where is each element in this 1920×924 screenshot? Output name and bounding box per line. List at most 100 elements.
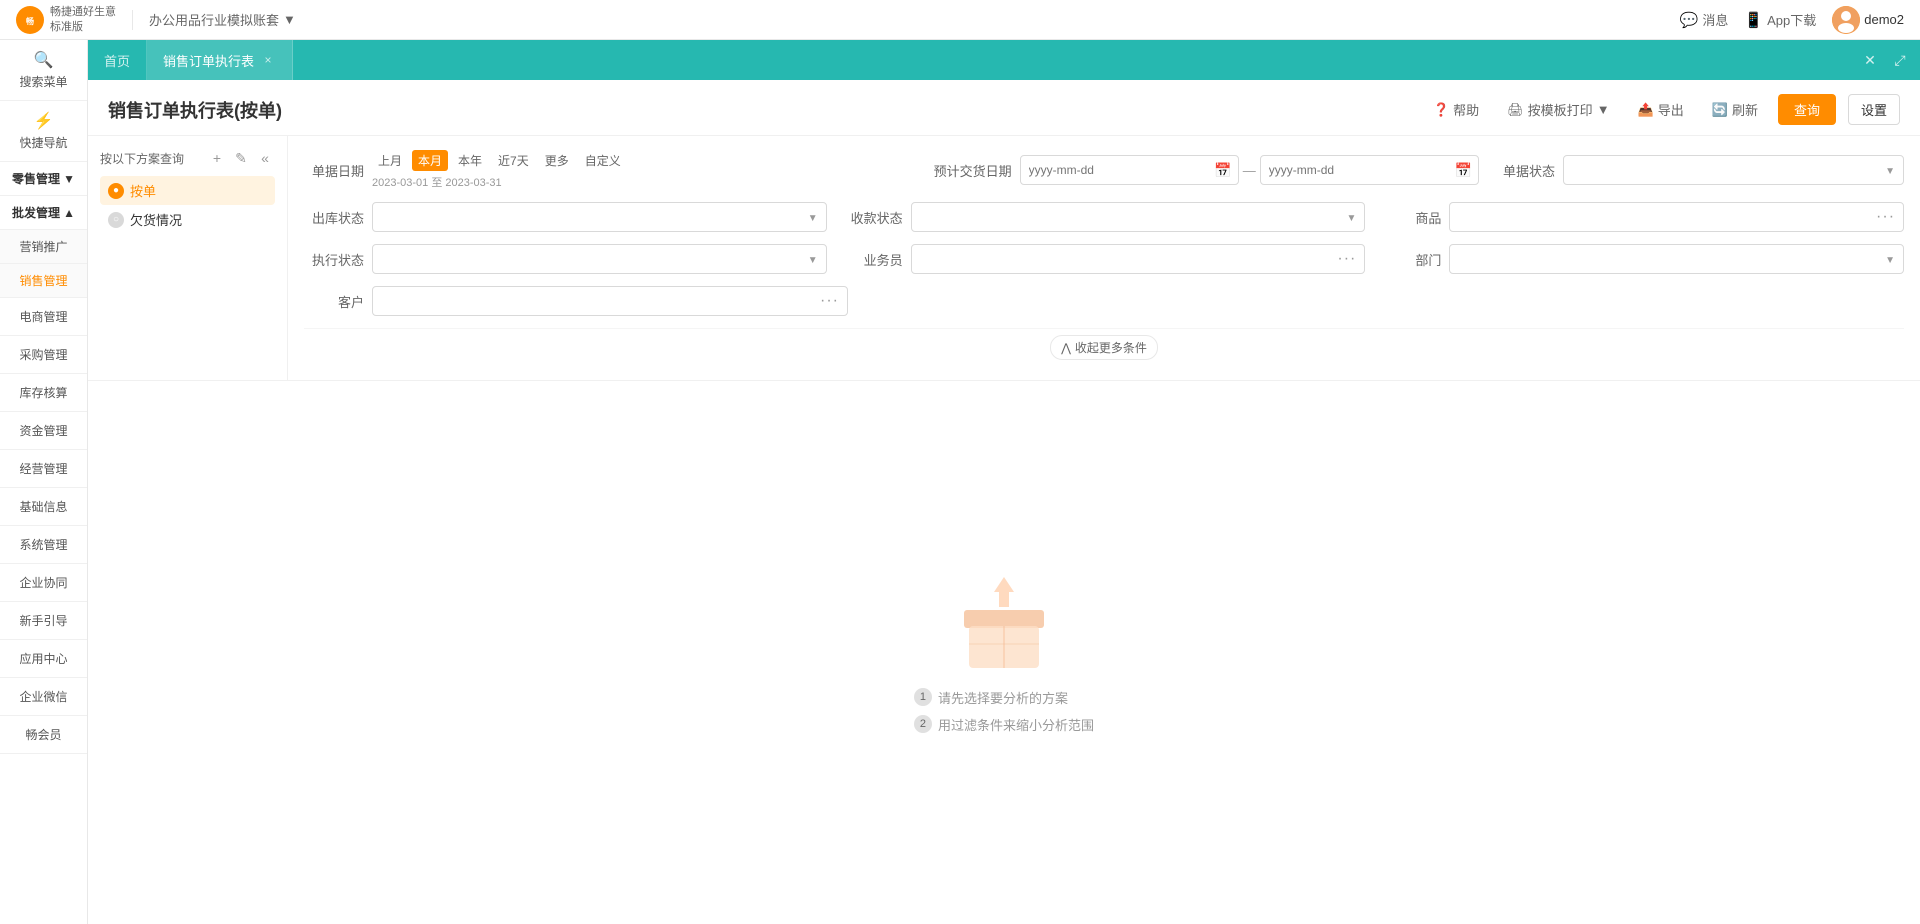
filter-option-by-order[interactable]: ● 按单	[100, 176, 275, 205]
collapse-scheme-button[interactable]: «	[255, 148, 275, 168]
page-content: 销售订单执行表(按单) ❓ 帮助 🖨 按模板打印 ▼ 📤 导出	[88, 80, 1920, 924]
header-right: 💬 消息 📱 App下载 demo2	[1680, 6, 1904, 34]
query-button[interactable]: 查询	[1778, 94, 1836, 125]
logo-area: 畅 畅捷通好生意 标准版	[16, 5, 116, 34]
chevron-down-icon: ▼	[63, 172, 75, 186]
filter-option-backorder[interactable]: ○ 欠货情况	[100, 205, 275, 234]
empty-illustration	[944, 572, 1064, 672]
date-7days[interactable]: 近7天	[492, 150, 535, 171]
sidebar-item-system[interactable]: 系统管理	[0, 526, 87, 564]
empty-state: 1 请先选择要分析的方案 2 用过滤条件来缩小分析范围	[88, 381, 1920, 924]
order-status-select[interactable]	[1563, 155, 1904, 185]
tab-home[interactable]: 首页	[88, 40, 147, 80]
expected-date-to-input[interactable]	[1269, 163, 1450, 177]
print-button[interactable]: 🖨 按模板打印 ▼	[1499, 96, 1617, 123]
tab-close-button[interactable]: ×	[260, 52, 276, 68]
customer-input[interactable]: ···	[372, 286, 848, 316]
empty-tip-1: 1 请先选择要分析的方案	[914, 688, 1094, 707]
calendar-icon-from: 📅	[1214, 162, 1231, 179]
date-prev-month[interactable]: 上月	[372, 150, 408, 171]
department-dropdown-icon	[1885, 252, 1895, 266]
sidebar-item-operations[interactable]: 经营管理	[0, 450, 87, 488]
collapse-row: ⋀ 收起更多条件	[304, 328, 1904, 366]
expected-date-field: 预计交货日期 📅 — 📅	[934, 155, 1479, 185]
sidebar-item-wholesale[interactable]: 批发管理 ▲	[0, 196, 87, 230]
avatar	[1832, 6, 1860, 34]
tab-bar: 首页 销售订单执行表 × ✕ ⤢	[88, 40, 1920, 80]
refresh-icon: 🔄	[1712, 102, 1728, 118]
sidebar-item-newbie[interactable]: 新手引导	[0, 602, 87, 640]
help-button[interactable]: ❓ 帮助	[1425, 96, 1487, 123]
salesperson-dots: ···	[1337, 250, 1356, 268]
export-button[interactable]: 📤 导出	[1630, 96, 1692, 123]
date-custom[interactable]: 自定义	[579, 150, 627, 171]
logo-text: 畅捷通好生意 标准版	[50, 5, 116, 34]
download-icon: 📱	[1744, 11, 1763, 29]
collapse-button[interactable]: ⋀ 收起更多条件	[1050, 335, 1158, 360]
filter-panel: 按以下方案查询 + ✎ «	[88, 136, 1920, 381]
page-header: 销售订单执行表(按单) ❓ 帮助 🖨 按模板打印 ▼ 📤 导出	[88, 80, 1920, 136]
export-icon: 📤	[1638, 102, 1654, 118]
date-more[interactable]: 更多	[539, 150, 575, 171]
sidebar-item-marketing[interactable]: 营销推广	[0, 230, 87, 264]
print-icon: 🖨	[1507, 102, 1524, 118]
page-header-actions: ❓ 帮助 🖨 按模板打印 ▼ 📤 导出 🔄 刷新	[1425, 94, 1900, 125]
sidebar-item-sales[interactable]: 销售管理	[0, 264, 87, 298]
execution-status-select[interactable]	[372, 244, 827, 274]
product-input[interactable]: ···	[1449, 202, 1904, 232]
department-select[interactable]	[1449, 244, 1904, 274]
delivery-status-field: 出库状态	[304, 202, 827, 232]
sidebar-item-apps[interactable]: 应用中心	[0, 640, 87, 678]
sidebar-item-search[interactable]: 🔍 搜索菜单	[0, 40, 87, 101]
option-icon-backorder: ○	[108, 212, 124, 228]
message-button[interactable]: 💬 消息	[1680, 10, 1729, 29]
execution-status-field: 执行状态	[304, 244, 827, 274]
logo-icon: 畅	[16, 6, 44, 34]
top-header: 畅 畅捷通好生意 标准版 办公用品行业模拟账套 ▼ 💬 消息 📱 App下载	[0, 0, 1920, 40]
expected-date-from-input[interactable]	[1029, 163, 1210, 177]
header-left: 畅 畅捷通好生意 标准版 办公用品行业模拟账套 ▼	[16, 5, 296, 34]
filter-left: 按以下方案查询 + ✎ «	[88, 136, 288, 380]
edit-scheme-button[interactable]: ✎	[231, 148, 251, 168]
search-icon: 🔍	[34, 50, 54, 70]
receipt-status-select[interactable]	[911, 202, 1366, 232]
close-window-button[interactable]: ✕	[1858, 48, 1882, 72]
user-area[interactable]: demo2	[1832, 6, 1904, 34]
date-this-month[interactable]: 本月	[412, 150, 448, 171]
app-download-button[interactable]: 📱 App下载	[1744, 10, 1816, 29]
sidebar-item-wechat[interactable]: 企业微信	[0, 678, 87, 716]
sidebar-item-ecommerce[interactable]: 电商管理	[0, 298, 87, 336]
delivery-status-select[interactable]	[372, 202, 827, 232]
customer-dots: ···	[820, 292, 839, 310]
company-select[interactable]: 办公用品行业模拟账套 ▼	[149, 10, 296, 29]
maximize-button[interactable]: ⤢	[1888, 48, 1912, 72]
receipt-status-field: 收款状态	[843, 202, 1366, 232]
print-dropdown-icon: ▼	[1597, 102, 1610, 117]
sidebar-item-purchase[interactable]: 采购管理	[0, 336, 87, 374]
expected-date-from[interactable]: 📅	[1020, 155, 1239, 185]
salesperson-input[interactable]: ···	[911, 244, 1366, 274]
tab-active[interactable]: 销售订单执行表 ×	[147, 40, 293, 80]
filter-left-icons: + ✎ «	[207, 148, 275, 168]
date-this-year[interactable]: 本年	[452, 150, 488, 171]
sidebar-item-nav[interactable]: ⚡ 快捷导航	[0, 101, 87, 162]
add-scheme-button[interactable]: +	[207, 148, 227, 168]
option-icon-order: ●	[108, 183, 124, 199]
settings-button[interactable]: 设置	[1848, 94, 1900, 125]
refresh-button[interactable]: 🔄 刷新	[1704, 96, 1766, 123]
filter-row-4: 客户 ···	[304, 286, 1904, 316]
sidebar-item-basic[interactable]: 基础信息	[0, 488, 87, 526]
sidebar-item-finance[interactable]: 资金管理	[0, 412, 87, 450]
sidebar-item-enterprise[interactable]: 企业协同	[0, 564, 87, 602]
sidebar: 🔍 搜索菜单 ⚡ 快捷导航 零售管理 ▼ 批发管理 ▲ 营销推广 销售管理 电商…	[0, 40, 88, 924]
salesperson-field: 业务员 ···	[843, 244, 1366, 274]
company-dropdown-icon: ▼	[283, 12, 296, 27]
product-field: 商品 ···	[1381, 202, 1904, 232]
product-dots: ···	[1876, 208, 1895, 226]
sidebar-item-inventory[interactable]: 库存核算	[0, 374, 87, 412]
sidebar-item-member[interactable]: 畅会员	[0, 716, 87, 754]
content-area: 首页 销售订单执行表 × ✕ ⤢ 销售订单执行表(按单) ❓ 帮助	[88, 40, 1920, 924]
expected-date-to[interactable]: 📅	[1260, 155, 1479, 185]
page-title: 销售订单执行表(按单)	[108, 97, 282, 123]
sidebar-item-retail[interactable]: 零售管理 ▼	[0, 162, 87, 196]
